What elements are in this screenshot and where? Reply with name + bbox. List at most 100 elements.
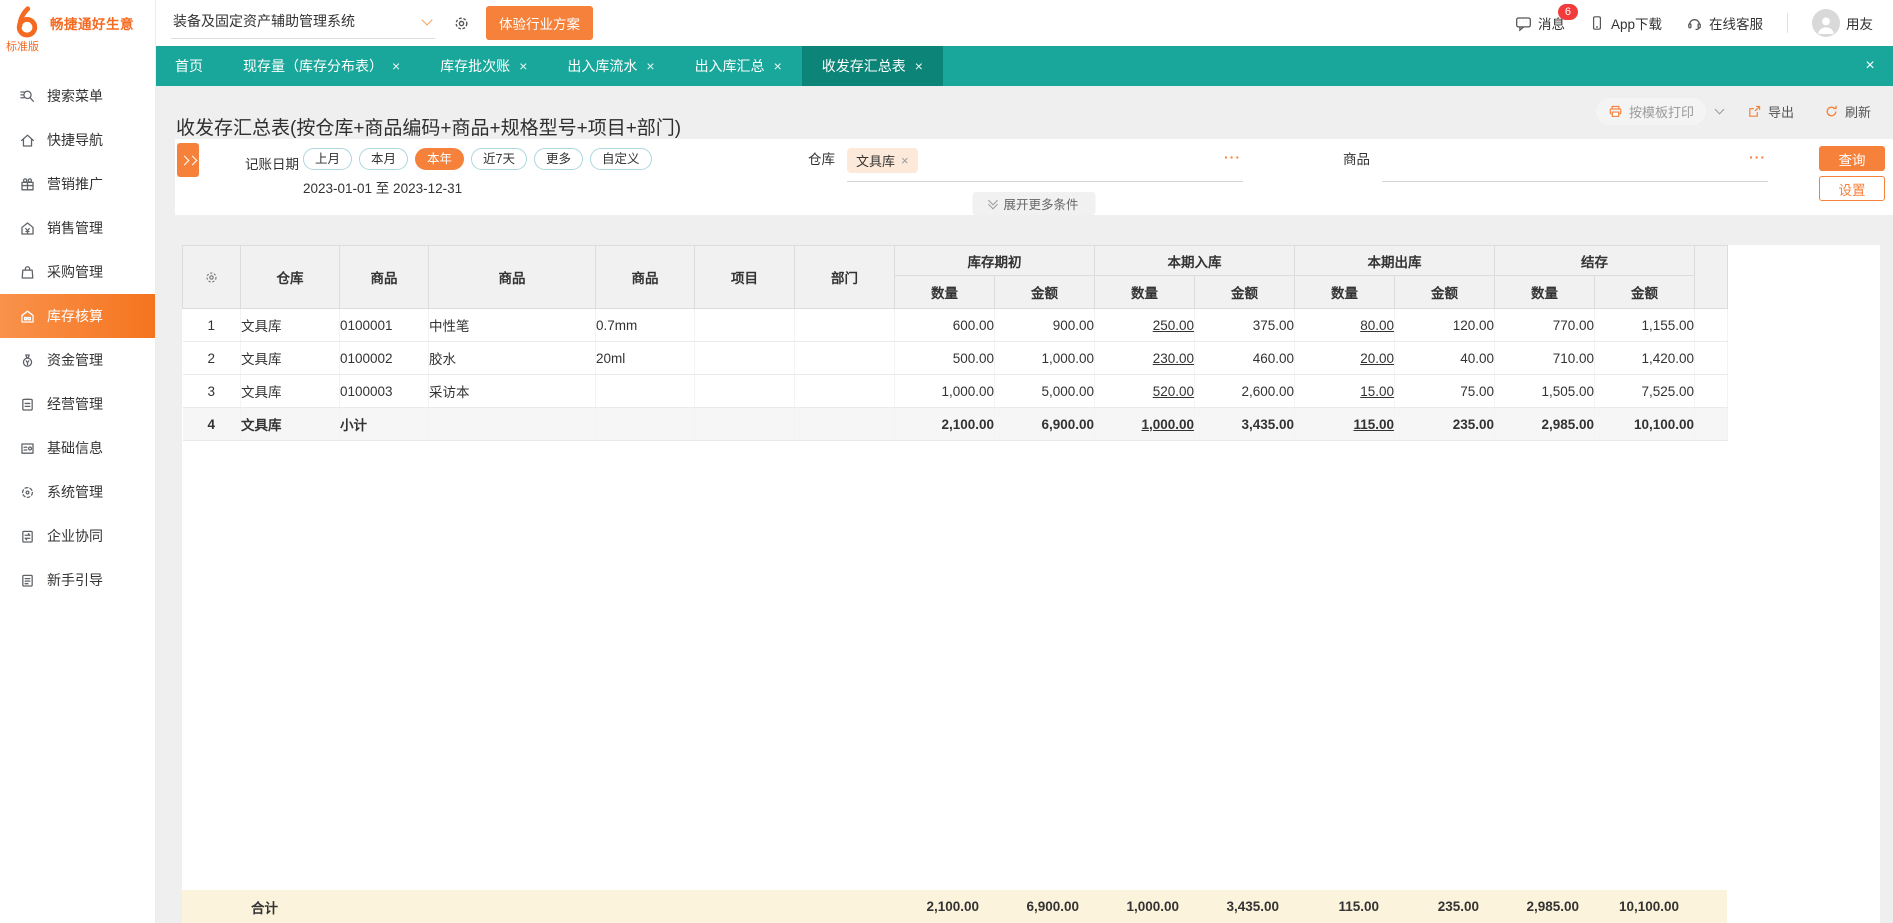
sub-header-qty: 数量 bbox=[1094, 275, 1195, 309]
cell-inbound-qty-link[interactable]: 230.00 bbox=[1094, 341, 1195, 375]
cell-subtotal-label: 小计 bbox=[339, 407, 429, 441]
cell-product-spec bbox=[595, 407, 695, 441]
tab-stock-distribution[interactable]: 现存量（库存分布表） × bbox=[223, 46, 420, 86]
warehouse-label: 仓库 bbox=[808, 152, 835, 167]
tab-close-icon[interactable]: × bbox=[646, 59, 654, 73]
cell-blank bbox=[1694, 341, 1728, 375]
pill-last-month[interactable]: 上月 bbox=[303, 148, 353, 170]
col-header-product-code: 商品 bbox=[339, 245, 429, 309]
cell-inbound-amt: 3,435.00 bbox=[1194, 407, 1295, 441]
tab-home[interactable]: 首页 bbox=[155, 46, 223, 86]
cell-blank bbox=[339, 890, 428, 923]
system-select[interactable]: 装备及固定资产辅助管理系统 bbox=[171, 7, 435, 39]
cell-department bbox=[794, 341, 895, 375]
export-button[interactable]: 导出 bbox=[1741, 101, 1800, 122]
sidebar-item-quick-nav[interactable]: 快捷导航 bbox=[0, 118, 155, 162]
sidebar-item-purchase-mgmt[interactable]: 采购管理 bbox=[0, 250, 155, 294]
col-header-warehouse: 仓库 bbox=[240, 245, 340, 309]
trial-industry-button[interactable]: 体验行业方案 bbox=[486, 6, 593, 40]
cell-department bbox=[794, 407, 895, 441]
cell-opening-qty: 500.00 bbox=[894, 341, 995, 375]
cell-warehouse: 文具库 bbox=[240, 308, 340, 342]
gear-icon bbox=[206, 271, 217, 283]
cell-inbound-qty-link[interactable]: 520.00 bbox=[1094, 374, 1195, 408]
warehouse-picker-ellipsis[interactable]: ··· bbox=[1224, 149, 1241, 165]
warehouse-field[interactable]: 文具库 × ··· bbox=[847, 147, 1243, 182]
column-settings-header[interactable] bbox=[182, 245, 241, 309]
cell-product-spec bbox=[595, 374, 695, 408]
total-closing-amt: 10,100.00 bbox=[1618, 899, 1679, 914]
sidebar-item-inventory-accounting[interactable]: 库存核算 bbox=[0, 294, 155, 338]
cell-closing-amt: 1,420.00 bbox=[1594, 341, 1695, 375]
sidebar-item-search-menu[interactable]: 搜索菜单 bbox=[0, 74, 155, 118]
sub-header-qty: 数量 bbox=[1494, 275, 1595, 309]
pill-last-7-days[interactable]: 近7天 bbox=[471, 148, 527, 170]
sidebar-item-newbie-guide[interactable]: 新手引导 bbox=[0, 558, 155, 602]
product-field[interactable]: ··· bbox=[1382, 147, 1768, 182]
date-range-value[interactable]: 2023-01-01 至 2023-12-31 bbox=[303, 177, 462, 197]
collapse-filter-button[interactable] bbox=[177, 143, 199, 177]
pill-this-year[interactable]: 本年 bbox=[415, 148, 465, 170]
sidebar-item-base-info[interactable]: 基础信息 bbox=[0, 426, 155, 470]
product-picker-ellipsis[interactable]: ··· bbox=[1749, 149, 1766, 165]
print-label: 按模板打印 bbox=[1628, 104, 1694, 120]
tab-close-icon[interactable]: × bbox=[774, 59, 782, 73]
sidebar: 畅捷通好生意 标准版 搜索菜单 快捷导航 营销推广 销售管理 采购管理 库存核算… bbox=[0, 0, 156, 923]
tab-inout-summary[interactable]: 出入库汇总 × bbox=[675, 46, 802, 86]
cell-outbound-qty-link[interactable]: 20.00 bbox=[1294, 341, 1395, 375]
tab-receipt-issue-summary[interactable]: 收发存汇总表 × bbox=[801, 46, 943, 86]
cell-outbound-qty-link[interactable]: 15.00 bbox=[1294, 374, 1395, 408]
sidebar-item-system-mgmt[interactable]: 系统管理 bbox=[0, 470, 155, 514]
tab-close-icon[interactable]: × bbox=[392, 59, 400, 73]
col-header-project: 项目 bbox=[694, 245, 795, 309]
online-service-link[interactable]: 在线客服 bbox=[1686, 13, 1763, 33]
pill-this-month[interactable]: 本月 bbox=[359, 148, 409, 170]
cell-closing-qty: 710.00 bbox=[1494, 341, 1595, 375]
cell-blank bbox=[1694, 890, 1727, 923]
expand-more-label: 展开更多条件 bbox=[1003, 198, 1079, 212]
cell-inbound-qty-link[interactable]: 1,000.00 bbox=[1094, 407, 1195, 441]
tab-close-icon[interactable]: × bbox=[915, 59, 923, 73]
tab-label: 首页 bbox=[175, 58, 203, 74]
pill-more[interactable]: 更多 bbox=[534, 148, 584, 170]
cell-department bbox=[794, 308, 895, 342]
tag-close-icon[interactable]: × bbox=[901, 153, 909, 168]
cell-blank bbox=[1694, 374, 1728, 408]
messages-link[interactable]: 消息 6 bbox=[1515, 4, 1578, 33]
sidebar-item-sales-mgmt[interactable]: 销售管理 bbox=[0, 206, 155, 250]
sub-header-amt: 金额 bbox=[994, 275, 1095, 309]
tab-inout-flow[interactable]: 出入库流水 × bbox=[547, 46, 674, 86]
app-download-link[interactable]: App下载 bbox=[1589, 13, 1662, 33]
cell-blank bbox=[428, 890, 595, 923]
print-by-template-button[interactable]: 按模板打印 bbox=[1595, 97, 1725, 125]
cell-product-code: 0100003 bbox=[339, 374, 429, 408]
sidebar-item-enterprise-collab[interactable]: 企业协同 bbox=[0, 514, 155, 558]
tab-close-icon[interactable]: × bbox=[519, 59, 527, 73]
refresh-button[interactable]: 刷新 bbox=[1818, 101, 1877, 122]
refresh-label: 刷新 bbox=[1844, 104, 1871, 120]
sidebar-item-marketing[interactable]: 营销推广 bbox=[0, 162, 155, 206]
sidebar-item-operations-mgmt[interactable]: 经营管理 bbox=[0, 382, 155, 426]
settings-button[interactable]: 设置 bbox=[1819, 176, 1885, 201]
sidebar-item-funds-mgmt[interactable]: 资金管理 bbox=[0, 338, 155, 382]
query-button[interactable]: 查询 bbox=[1819, 146, 1885, 171]
divider bbox=[1787, 13, 1788, 33]
cell-outbound-qty-link[interactable]: 115.00 bbox=[1294, 407, 1395, 441]
total-inbound-qty: 1,000.00 bbox=[1126, 899, 1179, 914]
cell-outbound-qty-link[interactable]: 80.00 bbox=[1294, 308, 1395, 342]
messages-badge: 6 bbox=[1557, 4, 1578, 20]
row-number: 3 bbox=[182, 374, 241, 408]
cell-blank bbox=[694, 890, 794, 923]
total-closing-qty: 2,985.00 bbox=[1526, 899, 1579, 914]
expand-more-conditions-button[interactable]: 展开更多条件 bbox=[972, 192, 1096, 215]
report-table: 仓库 商品 商品 商品 项目 部门 库存期初 本期入库 本期出库 结存 数量 金… bbox=[182, 245, 1728, 441]
tab-batch-ledger[interactable]: 库存批次账 × bbox=[420, 46, 547, 86]
report-toolbar: 按模板打印 导出 刷新 bbox=[1595, 86, 1877, 136]
user-menu[interactable]: 用友 bbox=[1812, 9, 1873, 37]
cell-closing-qty: 770.00 bbox=[1494, 308, 1595, 342]
tabbar-close-icon[interactable]: × bbox=[1847, 46, 1893, 86]
settings-gear-icon[interactable] bbox=[453, 15, 470, 32]
cell-inbound-qty-link[interactable]: 250.00 bbox=[1094, 308, 1195, 342]
total-opening-amt: 6,900.00 bbox=[1026, 899, 1079, 914]
pill-custom[interactable]: 自定义 bbox=[590, 148, 652, 170]
